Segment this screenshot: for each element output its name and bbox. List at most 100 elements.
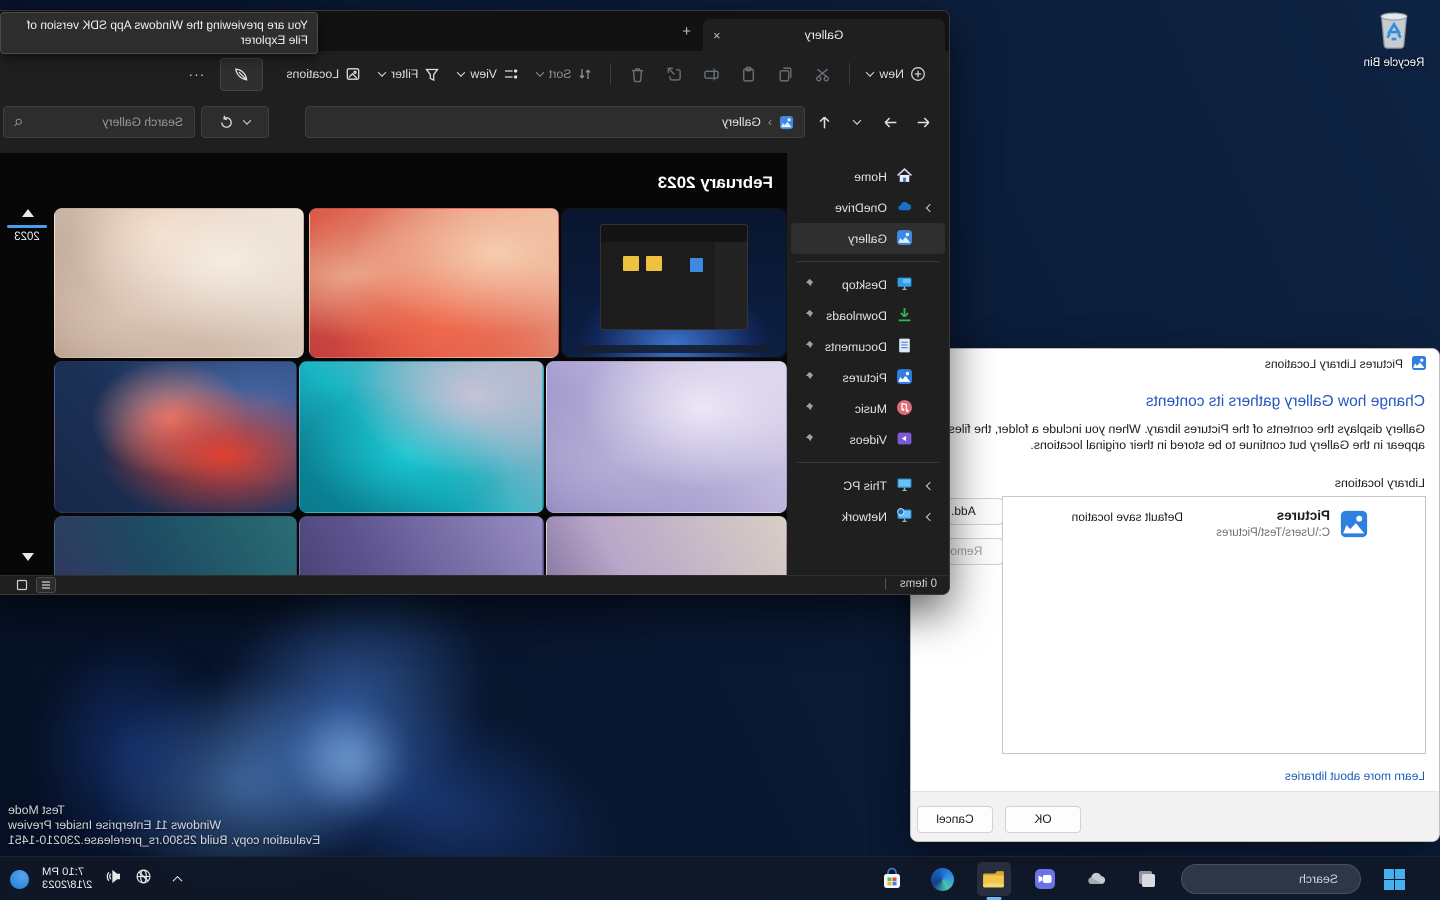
sidebar-item-gallery[interactable]: Gallery — [791, 223, 945, 254]
sidebar-item-this-pc[interactable]: This PC — [791, 470, 945, 501]
watermark-line: Test Mode — [8, 803, 65, 817]
tab-gallery[interactable]: Gallery × — [703, 19, 945, 51]
rename-button[interactable] — [693, 60, 730, 89]
gallery-thumbnail-purple-bloom[interactable] — [299, 516, 544, 575]
mini-explorer-window — [600, 223, 748, 331]
volume-icon[interactable] — [105, 868, 122, 890]
sidebar-item-label: Network — [841, 509, 887, 524]
widgets-cloud-button[interactable] — [1079, 862, 1113, 896]
delete-button[interactable] — [619, 60, 656, 89]
pictures-icon — [1339, 509, 1369, 544]
new-tab-button[interactable]: + — [682, 23, 691, 40]
taskbar-search-box[interactable] — [1177, 864, 1361, 894]
chat-camera-icon — [1035, 869, 1055, 889]
gallery-thumbnail-lavender-bloom[interactable] — [546, 361, 787, 513]
sidebar-item-label: Downloads — [826, 308, 887, 323]
locations-button[interactable]: Locations — [277, 60, 370, 88]
gallery-thumbnail-cream-purple-bloom[interactable] — [546, 516, 787, 575]
view-button[interactable]: View — [449, 60, 527, 88]
library-item-status: Default save location — [1071, 510, 1183, 524]
timeline-up-arrow[interactable] — [22, 209, 34, 217]
navigation-pane: Home OneDrive Gallery Desktop Downloads — [787, 153, 949, 575]
document-icon — [896, 337, 913, 357]
share-button[interactable] — [656, 60, 693, 89]
timeline-year-marker[interactable]: 2023 — [7, 225, 47, 243]
close-tab-icon[interactable]: × — [713, 28, 721, 43]
store-button[interactable] — [875, 862, 909, 896]
chevron-down-icon — [535, 68, 545, 77]
wallpaper-bloom-petal — [0, 600, 260, 900]
library-list-item[interactable]: Pictures C:\Users\Test\Pictures Default … — [1003, 497, 1425, 551]
refresh-icon — [221, 115, 233, 128]
explorer-search-box[interactable] — [3, 106, 195, 138]
chevron-right-icon[interactable] — [925, 481, 935, 490]
sidebar-item-label: Pictures — [842, 370, 887, 385]
watermark-line: Windows 11 Enterprise Insider Preview — [8, 818, 222, 832]
up-button[interactable] — [811, 109, 838, 136]
preview-toggle-button[interactable] — [220, 57, 264, 91]
sidebar-item-network[interactable]: Network — [791, 501, 945, 532]
chevron-right-icon[interactable] — [925, 203, 935, 212]
chevron-right-icon[interactable] — [925, 512, 935, 521]
sidebar-separator — [797, 462, 939, 463]
library-locations-list[interactable]: Pictures C:\Users\Test\Pictures Default … — [1002, 496, 1426, 754]
chevron-down-icon — [866, 68, 875, 77]
mini-image-icon — [690, 258, 704, 272]
refresh-group[interactable] — [201, 106, 269, 138]
ok-button[interactable]: OK — [1005, 806, 1081, 833]
file-explorer-button[interactable] — [977, 862, 1011, 896]
filter-button[interactable]: Filter — [370, 60, 449, 88]
gallery-thumbnail-red-blue-bloom[interactable] — [54, 361, 297, 513]
copy-button[interactable] — [767, 60, 804, 89]
network-globe-icon[interactable] — [135, 868, 152, 890]
task-view-button[interactable] — [1130, 862, 1164, 896]
timeline-down-arrow[interactable] — [22, 553, 34, 561]
desktop-screen: Recycle Bin Test Mode Windows 11 Enterpr… — [0, 0, 1440, 900]
gallery-thumbnail-dark-teal-bloom[interactable] — [54, 516, 297, 575]
gallery-thumbnail-screenshot[interactable] — [561, 208, 787, 358]
sidebar-item-desktop[interactable]: Desktop — [791, 269, 945, 300]
breadcrumb-item[interactable]: Gallery — [722, 115, 761, 129]
system-tray: 7:10 PM 2/18/2023 — [10, 857, 189, 900]
address-breadcrumb[interactable]: › Gallery — [305, 106, 805, 138]
chevron-down-icon — [243, 116, 252, 125]
details-view-toggle[interactable] — [36, 577, 56, 593]
hidden-icons-button[interactable] — [165, 862, 189, 896]
chat-button[interactable] — [1028, 862, 1062, 896]
taskbar-clock[interactable]: 7:10 PM 2/18/2023 — [42, 866, 92, 893]
dialog-heading: Change how Gallery gathers its contents — [1145, 393, 1425, 410]
sidebar-item-videos[interactable]: Videos — [791, 424, 945, 455]
see-more-button[interactable]: ··· — [187, 66, 204, 82]
edge-button[interactable] — [926, 862, 960, 896]
thumbnail-view-toggle[interactable] — [12, 577, 32, 593]
back-button[interactable] — [910, 109, 937, 136]
new-button[interactable]: New — [858, 60, 935, 88]
sort-button[interactable]: Sort — [528, 60, 603, 88]
sidebar-item-music[interactable]: Music — [791, 393, 945, 424]
sidebar-item-documents[interactable]: Documents — [791, 331, 945, 362]
start-button[interactable] — [1378, 862, 1412, 896]
sidebar-item-onedrive[interactable]: OneDrive — [791, 192, 945, 223]
taskbar-search-input[interactable] — [1177, 871, 1340, 887]
cut-button[interactable] — [804, 60, 841, 89]
timeline-year-label: 2023 — [14, 231, 40, 243]
paste-button[interactable] — [730, 60, 767, 89]
sidebar-item-pictures[interactable]: Pictures — [791, 362, 945, 393]
list-view-icon — [42, 581, 50, 589]
notification-badge-icon[interactable] — [10, 869, 29, 889]
sidebar-item-home[interactable]: Home — [791, 161, 945, 192]
learn-more-link[interactable]: Learn more about libraries — [1285, 769, 1425, 783]
forward-button[interactable] — [877, 109, 904, 136]
gallery-thumbnail-orange-bloom[interactable] — [309, 208, 559, 358]
explorer-search-input[interactable] — [23, 114, 185, 130]
file-explorer-window: Gallery × + New Sort View Filter Locatio… — [0, 10, 950, 595]
gallery-thumbnail-teal-bloom[interactable] — [299, 361, 544, 513]
recent-locations-button[interactable] — [844, 109, 871, 136]
timeline-bar — [7, 225, 47, 228]
sidebar-item-downloads[interactable]: Downloads — [791, 300, 945, 331]
dialog-title: Pictures Library Locations — [1264, 357, 1403, 371]
cancel-button[interactable]: Cancel — [917, 806, 993, 833]
gallery-thumbnail-cream-bloom[interactable] — [54, 208, 304, 358]
recycle-bin-shortcut[interactable]: Recycle Bin — [1358, 8, 1430, 69]
plus-circle-icon — [911, 67, 925, 81]
